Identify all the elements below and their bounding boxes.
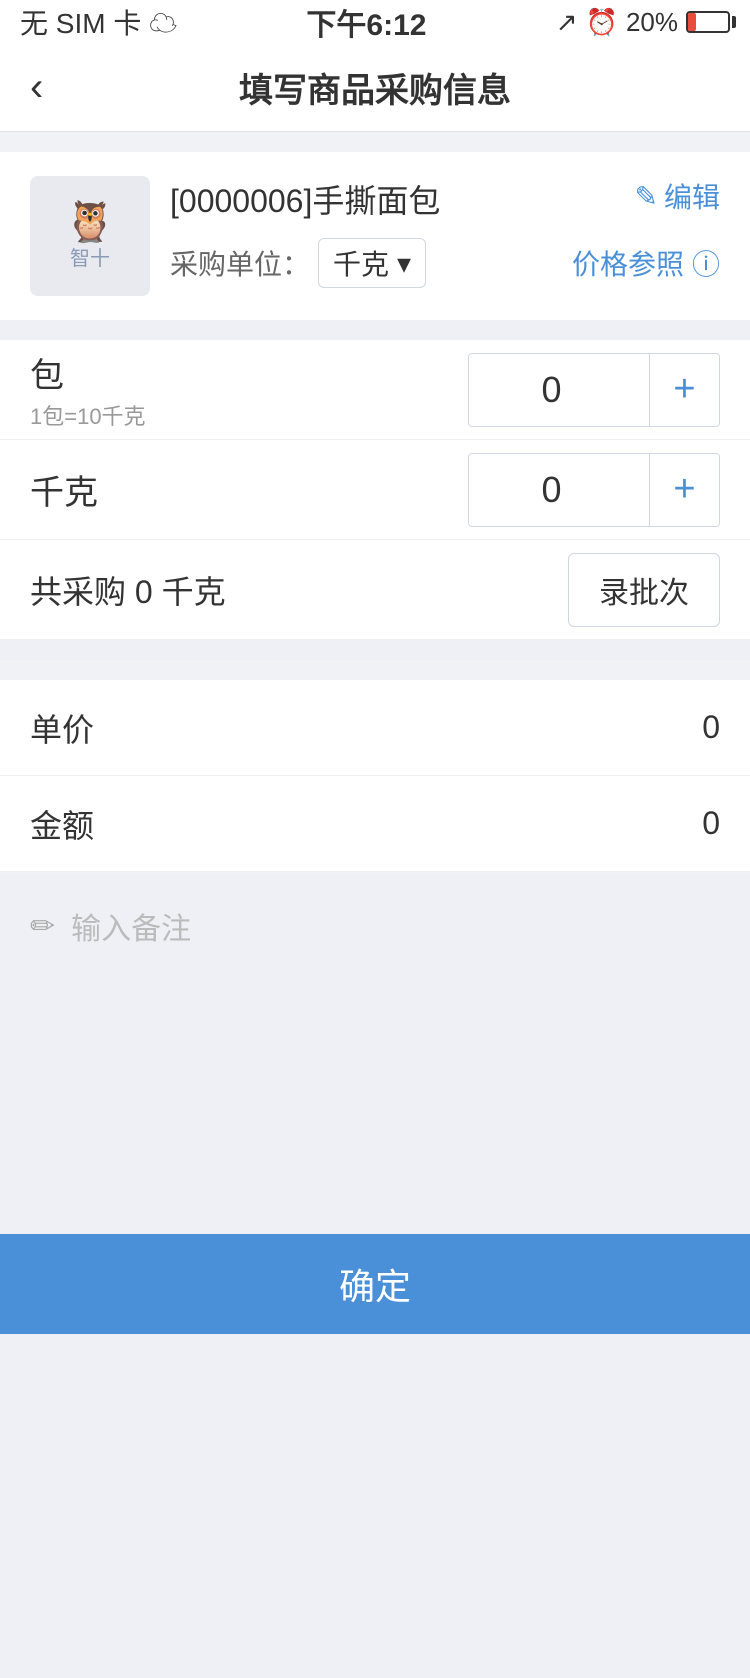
product-name: [0000006]手撕面包 xyxy=(170,176,635,222)
total-amount: 0 xyxy=(135,574,153,610)
nav-bar: ‹ 填写商品采购信息 xyxy=(0,44,750,132)
bao-label-sub: 1包=10千克 xyxy=(30,399,150,431)
amount-row: 金额 0 xyxy=(0,776,750,872)
kg-label: 千克 xyxy=(30,465,150,514)
total-text: 共采购 0 千克 xyxy=(30,567,226,613)
info-icon: ⓘ xyxy=(692,243,720,283)
bao-input-field[interactable] xyxy=(469,354,649,426)
input-section: 包 1包=10千克 + 千克 + 共采购 0 千克 xyxy=(0,340,750,640)
kg-label-main: 千克 xyxy=(30,465,150,514)
kg-plus-icon: + xyxy=(673,468,695,511)
battery-fill xyxy=(688,13,696,31)
kg-input-field[interactable] xyxy=(469,454,649,526)
amount-value: 0 xyxy=(702,805,720,842)
status-bar: 无 SIM 卡 ☁ 下午6:12 ↗ ⏰ 20% xyxy=(0,0,750,44)
confirm-label: 确定 xyxy=(339,1258,411,1310)
batch-button[interactable]: 录批次 xyxy=(568,553,720,627)
total-label: 共采购 xyxy=(30,574,126,610)
confirm-button[interactable]: 确定 xyxy=(0,1234,750,1334)
product-card: 🦉 智十 [0000006]手撕面包 ✎ 编辑 采购单位： 千克 ▾ 价格参照 … xyxy=(0,152,750,320)
total-unit: 千克 xyxy=(162,574,226,610)
location-icon: ↗ xyxy=(556,7,578,38)
thumb-text: 智十 xyxy=(70,242,110,271)
status-time: 下午6:12 xyxy=(306,0,426,44)
bao-label-main: 包 xyxy=(30,348,150,397)
batch-label: 录批次 xyxy=(599,577,689,610)
owl-icon: 🦉 xyxy=(65,202,115,242)
price-ref-label: 价格参照 xyxy=(572,243,684,283)
back-button[interactable]: ‹ xyxy=(30,65,43,110)
edit-icon: ✎ xyxy=(635,180,658,213)
unit-price-value: 0 xyxy=(702,709,720,746)
sim-label: 无 SIM 卡 ☁ xyxy=(20,2,177,42)
bao-plus-icon: + xyxy=(673,368,695,411)
status-left: 无 SIM 卡 ☁ xyxy=(20,2,177,42)
product-name-row: [0000006]手撕面包 ✎ 编辑 xyxy=(170,176,720,222)
edit-button[interactable]: ✎ 编辑 xyxy=(635,176,720,216)
bao-label: 包 1包=10千克 xyxy=(30,348,150,431)
note-section[interactable]: ✏ 输入备注 xyxy=(0,874,750,978)
unit-value: 千克 xyxy=(333,243,389,283)
divider-2 xyxy=(0,640,750,660)
kg-plus-button[interactable]: + xyxy=(649,454,719,526)
product-info: [0000006]手撕面包 ✎ 编辑 采购单位： 千克 ▾ 价格参照 ⓘ xyxy=(170,176,720,288)
pencil-icon: ✏ xyxy=(30,909,55,944)
kg-input-box: + xyxy=(468,453,720,527)
battery-percent: 20% xyxy=(626,7,678,38)
bao-input-row: 包 1包=10千克 + xyxy=(0,340,750,440)
alarm-icon: ⏰ xyxy=(586,7,618,38)
unit-row: 采购单位： 千克 ▾ 价格参照 ⓘ xyxy=(170,238,720,288)
unit-select[interactable]: 千克 ▾ xyxy=(318,238,426,288)
amount-label: 金额 xyxy=(30,801,94,847)
back-icon: ‹ xyxy=(30,65,43,109)
product-thumbnail: 🦉 智十 xyxy=(30,176,150,296)
unit-price-label: 单价 xyxy=(30,705,94,751)
battery-icon xyxy=(686,11,730,33)
unit-label-text: 采购单位： xyxy=(170,243,310,283)
note-placeholder: 输入备注 xyxy=(71,904,191,948)
edit-label: 编辑 xyxy=(664,176,720,216)
chevron-down-icon: ▾ xyxy=(397,247,411,280)
page-title: 填写商品采购信息 xyxy=(239,63,511,112)
price-section: 单价 0 金额 0 xyxy=(0,680,750,872)
unit-price-row: 单价 0 xyxy=(0,680,750,776)
divider-1 xyxy=(0,320,750,340)
status-right: ↗ ⏰ 20% xyxy=(556,7,730,38)
kg-input-row: 千克 + xyxy=(0,440,750,540)
price-ref-button[interactable]: 价格参照 ⓘ xyxy=(572,243,720,283)
bao-plus-button[interactable]: + xyxy=(649,354,719,426)
total-row: 共采购 0 千克 录批次 xyxy=(0,540,750,640)
bao-input-box: + xyxy=(468,353,720,427)
